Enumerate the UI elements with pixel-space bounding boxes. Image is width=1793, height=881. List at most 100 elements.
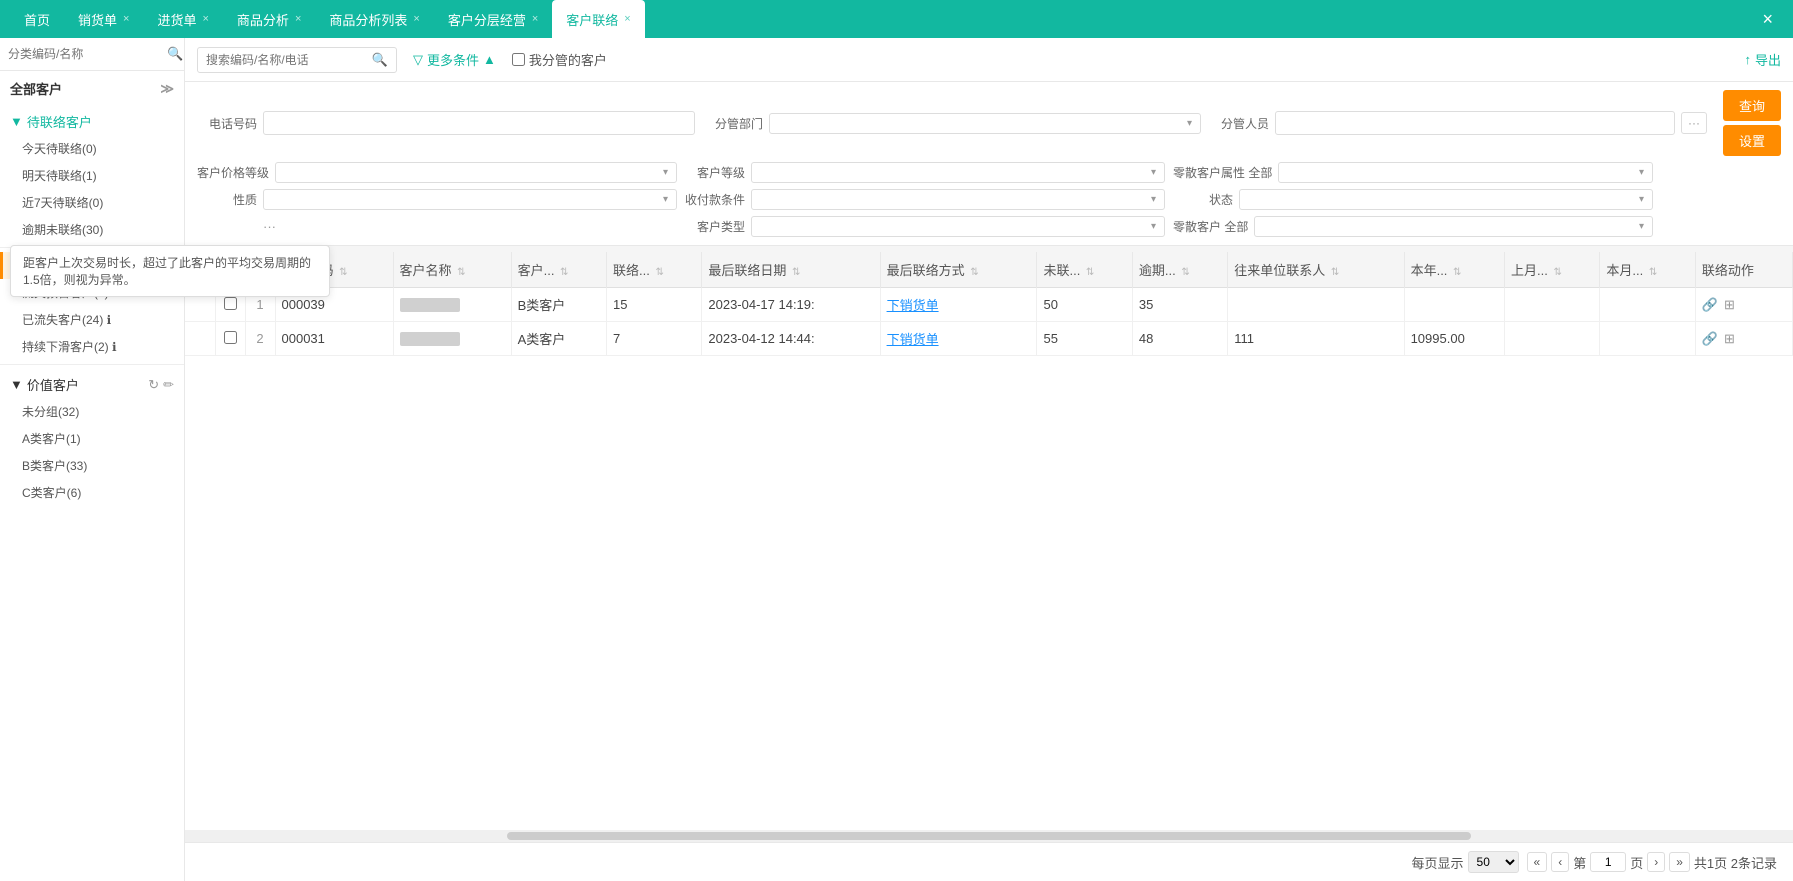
col-uncontacted[interactable]: 未联... ⇅ — [1037, 252, 1132, 288]
main-layout: 🔍 全部客户 ≫ ▼ 待联络客户 今天待联络(0) 明天待联络(1) 近7天待联… — [0, 38, 1793, 881]
sidebar-search-icon[interactable]: 🔍 — [167, 46, 183, 62]
sidebar-item-7days[interactable]: 近7天待联络(0) — [0, 189, 184, 216]
export-button[interactable]: ↑ 导出 — [1744, 50, 1781, 69]
action-link-icon[interactable]: 🔗 — [1702, 331, 1718, 347]
retail-customer-select[interactable]: ▾ — [1254, 216, 1653, 237]
action-link-icon[interactable]: 🔗 — [1702, 297, 1718, 313]
next-page-btn[interactable]: › — [1647, 852, 1665, 872]
sort-name-icon: ⇅ — [457, 267, 465, 278]
main-search-input[interactable] — [206, 53, 366, 67]
sidebar-item-today[interactable]: 今天待联络(0) — [0, 135, 184, 162]
row-this-month — [1600, 322, 1695, 356]
close-all-tabs[interactable]: × — [1752, 9, 1783, 30]
retail-attr-select[interactable]: ▾ — [1278, 162, 1653, 183]
col-this-month[interactable]: 本月... ⇅ — [1600, 252, 1695, 288]
dept-select[interactable]: ▾ — [769, 113, 1201, 134]
person-input[interactable] — [1275, 111, 1675, 135]
col-contact-cnt[interactable]: 联络... ⇅ — [606, 252, 701, 288]
col-contact2[interactable]: 往来单位联系人 ⇅ — [1228, 252, 1404, 288]
nav-item-home[interactable]: 首页 — [10, 0, 64, 38]
sort-date-icon: ⇅ — [792, 267, 800, 278]
nav-item-customer-tier[interactable]: 客户分层经营 × — [434, 0, 552, 38]
sidebar-item-class-a[interactable]: A类客户(1) — [0, 425, 184, 452]
page-controls: « ‹ 第 页 › » 共1页 2条记录 — [1527, 852, 1777, 872]
close-customer-contact-tab[interactable]: × — [624, 13, 630, 25]
customer-type-select[interactable]: ▾ — [751, 216, 1165, 237]
last-method-link[interactable]: 下销货单 — [887, 332, 939, 347]
customer-level-arrow-icon: ▾ — [1151, 167, 1156, 178]
price-level-select[interactable]: ▾ — [275, 162, 677, 183]
action-menu-icon[interactable]: ⊞ — [1724, 297, 1735, 313]
price-level-arrow-icon: ▾ — [663, 167, 668, 178]
per-page-select[interactable]: 50 100 200 — [1468, 851, 1519, 873]
row-level: A类客户 — [511, 322, 606, 356]
more-conditions-btn[interactable]: ▽ 更多条件 ▲ — [405, 46, 504, 73]
nature-select[interactable]: ▾ — [263, 189, 677, 210]
section-pending-title[interactable]: ▼ 待联络客户 — [0, 106, 184, 135]
row-contact2 — [1228, 288, 1404, 322]
table-horizontal-scrollbar[interactable] — [185, 830, 1793, 842]
settings-button[interactable]: 设置 — [1723, 125, 1781, 156]
sidebar-item-lost[interactable]: 已流失客户(24) ℹ — [0, 306, 184, 333]
more-fields-icon[interactable]: ··· — [263, 219, 276, 234]
sidebar-item-class-b[interactable]: B类客户(33) — [0, 452, 184, 479]
col-name[interactable]: 客户名称 ⇅ — [393, 252, 511, 288]
retail-customer-arrow-icon: ▾ — [1639, 221, 1644, 232]
page-number-input[interactable] — [1590, 852, 1626, 872]
filter-row-4: ··· 客户类型 ▾ 零散客户 全部 ▾ — [197, 216, 1781, 237]
close-sales-tab[interactable]: × — [123, 13, 129, 25]
scrollbar-track — [507, 832, 1472, 840]
close-purchase-tab[interactable]: × — [202, 13, 208, 25]
last-page-btn[interactable]: » — [1669, 852, 1690, 872]
person-ellipsis-btn[interactable]: ··· — [1681, 112, 1707, 134]
sidebar-item-tomorrow[interactable]: 明天待联络(1) — [0, 162, 184, 189]
col-this-year[interactable]: 本年... ⇅ — [1404, 252, 1504, 288]
close-analysis-tab[interactable]: × — [295, 13, 301, 25]
nav-item-analysis[interactable]: 商品分析 × — [223, 0, 315, 38]
customer-level-select[interactable]: ▾ — [751, 162, 1165, 183]
payment-select[interactable]: ▾ — [751, 189, 1165, 210]
row-checkbox[interactable] — [224, 297, 237, 310]
sidebar-content: 全部客户 ≫ ▼ 待联络客户 今天待联络(0) 明天待联络(1) 近7天待联络(… — [0, 71, 184, 881]
row-checkbox[interactable] — [224, 331, 237, 344]
status-select[interactable]: ▾ — [1239, 189, 1653, 210]
col-last-method[interactable]: 最后联络方式 ⇅ — [880, 252, 1037, 288]
col-last-date[interactable]: 最后联络日期 ⇅ — [702, 252, 880, 288]
sidebar-item-class-c[interactable]: C类客户(6) — [0, 479, 184, 506]
col-level[interactable]: 客户... ⇅ — [511, 252, 606, 288]
page-suffix: 页 — [1630, 853, 1643, 872]
nav-item-analysis-list[interactable]: 商品分析列表 × — [315, 0, 433, 38]
sidebar-item-overdue[interactable]: 逾期未联络(30) — [0, 216, 184, 243]
per-page-selector: 每页显示 50 100 200 — [1412, 851, 1519, 873]
content-area: 🔍 ▽ 更多条件 ▲ 我分管的客户 ↑ 导出 电话号码 — [185, 38, 1793, 881]
col-overdue[interactable]: 逾期... ⇅ — [1132, 252, 1227, 288]
sidebar-collapse-icon[interactable]: ≫ — [160, 81, 174, 97]
sidebar-search-input[interactable] — [8, 47, 163, 61]
last-method-link[interactable]: 下销货单 — [887, 298, 939, 313]
filter-retail-attr: 零散客户属性 全部 ▾ — [1173, 162, 1653, 183]
export-icon: ↑ — [1744, 52, 1751, 67]
customer-table: ⚙ # 客户编码 ⇅ 客户名称 ⇅ 客户... ⇅ 联络... ⇅ 最后联络日期… — [185, 252, 1793, 356]
close-analysis-list-tab[interactable]: × — [413, 13, 419, 25]
sidebar-item-ungrouped[interactable]: 未分组(32) — [0, 398, 184, 425]
filter-nature: 性质 ▾ — [197, 189, 677, 210]
query-button[interactable]: 查询 — [1723, 90, 1781, 121]
sidebar-item-declining[interactable]: 持续下滑客户(2) ℹ — [0, 333, 184, 360]
col-last-month[interactable]: 上月... ⇅ — [1505, 252, 1600, 288]
filter-row-1: 电话号码 分管部门 ▾ 分管人员 ··· 查询 设置 — [197, 90, 1781, 156]
edit-icon[interactable]: ✏ — [163, 377, 174, 393]
col-actions: 联络动作 — [1695, 252, 1792, 288]
filter-icon: ▽ — [413, 52, 423, 68]
main-search-icon[interactable]: 🔍 — [372, 52, 388, 68]
nav-item-purchase[interactable]: 进货单 × — [143, 0, 222, 38]
close-customer-tier-tab[interactable]: × — [532, 13, 538, 25]
nav-item-customer-contact[interactable]: 客户联络 × — [552, 0, 644, 38]
nav-item-sales[interactable]: 销货单 × — [64, 0, 143, 38]
action-menu-icon[interactable]: ⊞ — [1724, 331, 1735, 347]
phone-input[interactable] — [263, 111, 695, 135]
row-gear — [185, 322, 215, 356]
my-customers-checkbox[interactable] — [512, 53, 525, 66]
first-page-btn[interactable]: « — [1527, 852, 1548, 872]
refresh-icon[interactable]: ↻ — [148, 377, 159, 393]
prev-page-btn[interactable]: ‹ — [1551, 852, 1569, 872]
